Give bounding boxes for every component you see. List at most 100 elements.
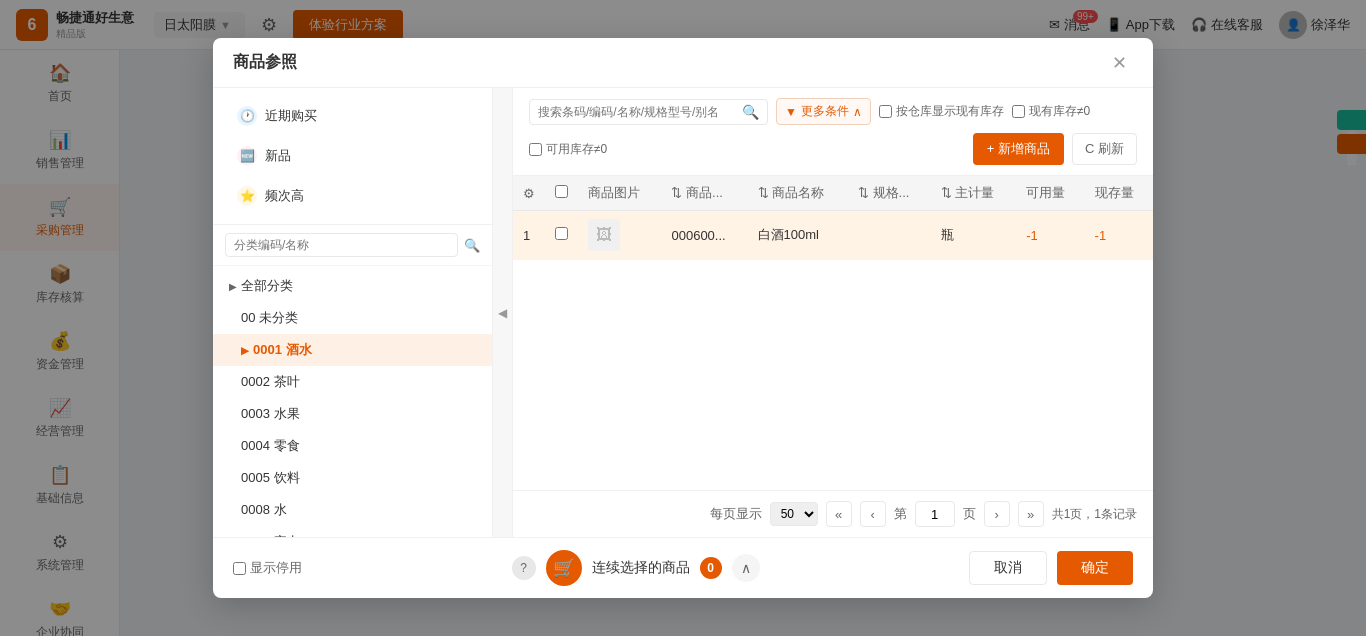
footer-right: 取消 确定 (969, 551, 1133, 585)
footer-collapse-btn[interactable]: ∧ (732, 554, 760, 582)
row-unit: 瓶 (931, 211, 1016, 260)
add-product-btn[interactable]: + 新增商品 (973, 133, 1064, 165)
row-stock: -1 (1085, 211, 1153, 260)
by-warehouse-checkbox[interactable] (879, 105, 892, 118)
refresh-btn[interactable]: C 刷新 (1072, 133, 1137, 165)
row-num: 1 (513, 211, 545, 260)
category-item-beverage[interactable]: 0005 饮料 (213, 462, 492, 494)
prev-page-btn[interactable]: ‹ (860, 501, 886, 527)
more-filter-btn[interactable]: ▼ 更多条件 ∧ (776, 98, 871, 125)
show-disabled-checkbox[interactable] (233, 562, 246, 575)
dialog-header: 商品参照 ✕ (213, 38, 1153, 88)
category-label-water: 0008 水 (241, 501, 287, 519)
col-product-name[interactable]: ⇅ 商品名称 (748, 176, 848, 211)
col-stock: 现存量 (1085, 176, 1153, 211)
new-icon: 🆕 (237, 146, 257, 166)
dialog-main: 🔍 ▼ 更多条件 ∧ 按仓库显示现有库存 现有库存≠0 (513, 88, 1153, 537)
category-item-liquor[interactable]: ▶ 0001 酒水 (213, 334, 492, 366)
freq-label: 频次高 (265, 187, 304, 205)
table-header-row: ⚙ 商品图片 ⇅ 商品... ⇅ 商品名称 ⇅ 规格.. (513, 176, 1153, 211)
available-stock-checkbox-label[interactable]: 现有库存≠0 (1012, 103, 1090, 120)
cart-icon[interactable]: 🛒 (546, 550, 582, 586)
expand-icon: ▶ (229, 281, 237, 292)
usable-stock-label: 可用库存≠0 (546, 141, 607, 158)
row-spec (848, 211, 931, 260)
selected-count-badge: 0 (700, 557, 722, 579)
first-page-btn[interactable]: « (826, 501, 852, 527)
category-label-fruit: 0003 水果 (241, 405, 300, 423)
by-warehouse-checkbox-label[interactable]: 按仓库显示现有库存 (879, 103, 1004, 120)
sort-icon-unit: ⇅ (941, 185, 952, 200)
footer-center: ? 🛒 连续选择的商品 0 ∧ (302, 550, 969, 586)
usable-stock-checkbox[interactable] (529, 143, 542, 156)
col-unit[interactable]: ⇅ 主计量 (931, 176, 1016, 211)
category-search-icon[interactable]: 🔍 (464, 238, 480, 253)
filter-icon: ▼ (785, 105, 797, 119)
col-spec[interactable]: ⇅ 规格... (848, 176, 931, 211)
row-checkbox[interactable] (555, 227, 568, 240)
product-thumbnail: 🖼 (588, 219, 620, 251)
page-input[interactable] (915, 501, 955, 527)
category-label-tea: 0002 茶叶 (241, 373, 300, 391)
category-search: 🔍 (213, 225, 492, 266)
filter-arrow: ∧ (853, 105, 862, 119)
product-table: ⚙ 商品图片 ⇅ 商品... ⇅ 商品名称 ⇅ 规格.. (513, 176, 1153, 260)
select-all-checkbox[interactable] (555, 185, 568, 198)
new-label: 新品 (265, 147, 291, 165)
category-item-snack[interactable]: 0004 零食 (213, 430, 492, 462)
last-page-btn[interactable]: » (1018, 501, 1044, 527)
sort-icon: ⇅ (671, 185, 682, 200)
new-product-item[interactable]: 🆕 新品 (225, 140, 480, 172)
dialog-sidebar: 🕐 近期购买 🆕 新品 ⭐ 频次高 (213, 88, 493, 537)
recent-purchase-item[interactable]: 🕐 近期购买 (225, 100, 480, 132)
category-label-snack: 0004 零食 (241, 437, 300, 455)
recent-icon: 🕐 (237, 106, 257, 126)
per-page-label: 每页显示 (710, 505, 762, 523)
active-arrow: ▶ (241, 345, 249, 356)
help-icon[interactable]: ? (512, 556, 536, 580)
frequent-item[interactable]: ⭐ 频次高 (225, 180, 480, 212)
product-search-input[interactable] (538, 105, 738, 119)
category-label-liquor: 0001 酒水 (253, 341, 312, 359)
category-item-tea[interactable]: 0002 茶叶 (213, 366, 492, 398)
sort-icon-name: ⇅ (758, 185, 769, 200)
table-row[interactable]: 1 🖼 000600... 白酒100ml 瓶 -1 -1 (513, 211, 1153, 260)
sort-icon-spec: ⇅ (858, 185, 869, 200)
all-categories-label: 全部分类 (241, 277, 293, 295)
col-product-code[interactable]: ⇅ 商品... (661, 176, 747, 211)
next-page-btn[interactable]: › (984, 501, 1010, 527)
row-img: 🖼 (578, 211, 661, 260)
col-settings[interactable]: ⚙ (513, 176, 545, 211)
total-info: 共1页，1条记录 (1052, 506, 1137, 523)
category-item-water[interactable]: 0008 水 (213, 494, 492, 526)
category-list: ▶ 全部分类 00 未分类 ▶ 0001 酒水 0002 茶叶 (213, 266, 492, 537)
dialog-close-btn[interactable]: ✕ (1105, 49, 1133, 77)
dialog-left-panel: 🕐 近期购买 🆕 新品 ⭐ 频次高 (213, 88, 513, 537)
page-word: 第 (894, 505, 907, 523)
product-search-icon[interactable]: 🔍 (742, 104, 759, 120)
row-check[interactable] (545, 211, 578, 260)
category-item-unclassified[interactable]: 00 未分类 (213, 302, 492, 334)
toolbar-right-btns: + 新增商品 C 刷新 (973, 133, 1137, 165)
usable-stock-checkbox-label[interactable]: 可用库存≠0 (529, 141, 607, 158)
available-stock-checkbox[interactable] (1012, 105, 1025, 118)
collapse-icon: ◀ (498, 306, 507, 320)
freq-icon: ⭐ (237, 186, 257, 206)
per-page-select[interactable]: 50 (770, 502, 818, 526)
cart-label: 连续选择的商品 (592, 559, 690, 577)
dialog-overlay: 商品参照 ✕ 🕐 近期购买 🆕 新品 (0, 0, 1366, 636)
category-all[interactable]: ▶ 全部分类 (213, 270, 492, 302)
dialog-body: 🕐 近期购买 🆕 新品 ⭐ 频次高 (213, 88, 1153, 537)
product-reference-dialog: 商品参照 ✕ 🕐 近期购买 🆕 新品 (213, 38, 1153, 598)
col-check (545, 176, 578, 211)
row-name: 白酒100ml (748, 211, 848, 260)
category-item-appliance[interactable]: 0010 家电 (213, 526, 492, 537)
sidebar-collapse-btn[interactable]: ◀ (493, 88, 513, 537)
show-disabled-label[interactable]: 显示停用 (233, 559, 302, 577)
page-word2: 页 (963, 505, 976, 523)
cancel-btn[interactable]: 取消 (969, 551, 1047, 585)
category-search-input[interactable] (225, 233, 458, 257)
dialog-footer: 显示停用 ? 🛒 连续选择的商品 0 ∧ 取消 确定 (213, 537, 1153, 598)
category-item-fruit[interactable]: 0003 水果 (213, 398, 492, 430)
confirm-btn[interactable]: 确定 (1057, 551, 1133, 585)
